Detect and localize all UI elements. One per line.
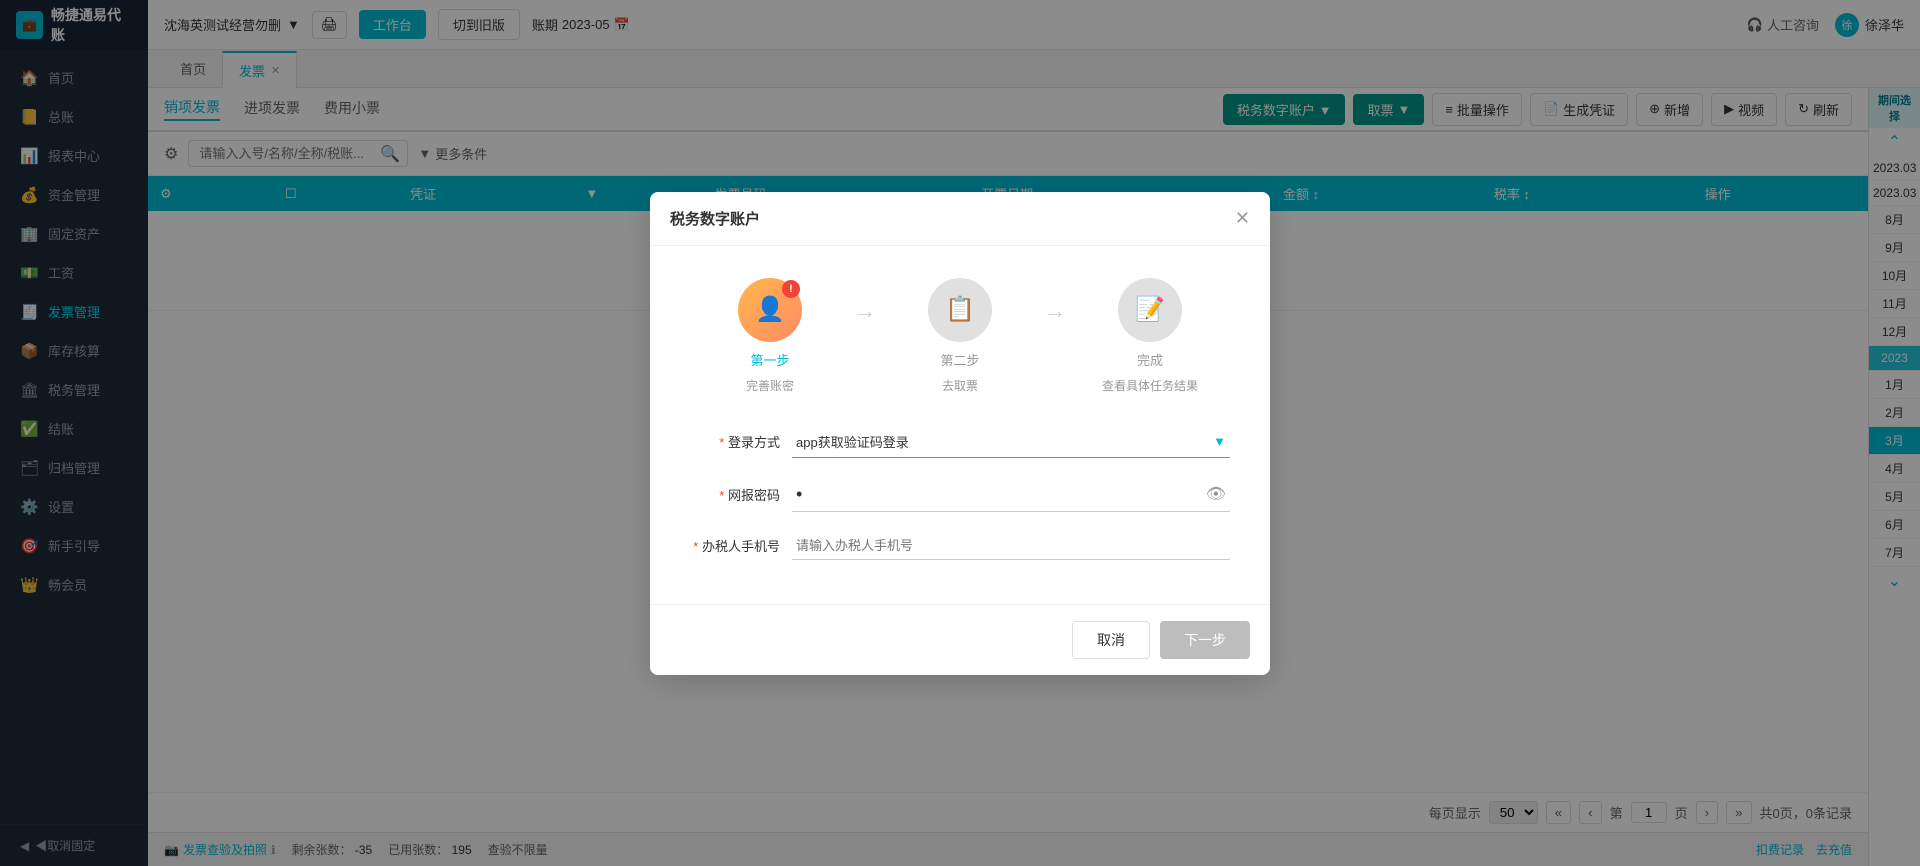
step-arrow-1: → — [850, 298, 880, 324]
tax-digital-account-modal: 税务数字账户 ✕ 👤 ! 第一步 完善账密 → 📋 — [650, 192, 1270, 675]
password-label: * 网报密码 — [690, 485, 780, 504]
step-3-icon: 📝 — [1135, 295, 1165, 324]
toggle-password-icon[interactable]: 👁 — [1206, 484, 1226, 504]
step-2-label: 第二步 — [940, 350, 979, 369]
step-1-alert-icon: ! — [782, 280, 800, 298]
phone-row: * 办税人手机号 — [690, 532, 1230, 560]
step-3-desc: 查看具体任务结果 — [1102, 377, 1198, 394]
password-row: * 网报密码 • 👁 — [690, 478, 1230, 512]
steps-container: 👤 ! 第一步 完善账密 → 📋 第二步 去取票 → — [690, 278, 1230, 394]
password-field: • 👁 — [792, 478, 1230, 512]
step-2-icon: 📋 — [945, 295, 975, 324]
phone-input[interactable] — [792, 532, 1230, 560]
phone-label: * 办税人手机号 — [690, 536, 780, 555]
modal-overlay: 税务数字账户 ✕ 👤 ! 第一步 完善账密 → 📋 — [0, 0, 1920, 866]
step-1-desc: 完善账密 — [746, 377, 794, 394]
login-method-label: * 登录方式 — [690, 432, 780, 451]
password-dot: • — [796, 484, 804, 505]
step-3-label: 完成 — [1137, 350, 1163, 369]
step-2-desc: 去取票 — [942, 377, 978, 394]
step-1-icon: 👤 — [755, 295, 785, 324]
step-1-label: 第一步 — [750, 350, 789, 369]
step-3: 📝 完成 查看具体任务结果 — [1070, 278, 1230, 394]
step-2-circle: 📋 — [928, 278, 992, 342]
login-method-select[interactable]: app获取验证码登录 ▼ — [792, 426, 1230, 458]
step-1: 👤 ! 第一步 完善账密 — [690, 278, 850, 394]
next-step-button[interactable]: 下一步 — [1160, 621, 1250, 659]
login-method-value: app获取验证码登录 — [796, 432, 909, 451]
modal-header: 税务数字账户 ✕ — [650, 192, 1270, 246]
chevron-down-icon: ▼ — [1213, 434, 1226, 449]
step-3-circle: 📝 — [1118, 278, 1182, 342]
modal-footer: 取消 下一步 — [650, 604, 1270, 675]
step-1-circle: 👤 ! — [738, 278, 802, 342]
cancel-button[interactable]: 取消 — [1072, 621, 1150, 659]
login-method-row: * 登录方式 app获取验证码登录 ▼ — [690, 426, 1230, 458]
modal-close-button[interactable]: ✕ — [1235, 208, 1250, 229]
step-arrow-2: → — [1040, 298, 1070, 324]
modal-body: 👤 ! 第一步 完善账密 → 📋 第二步 去取票 → — [650, 246, 1270, 604]
modal-title: 税务数字账户 — [670, 208, 760, 229]
step-2: 📋 第二步 去取票 — [880, 278, 1040, 394]
